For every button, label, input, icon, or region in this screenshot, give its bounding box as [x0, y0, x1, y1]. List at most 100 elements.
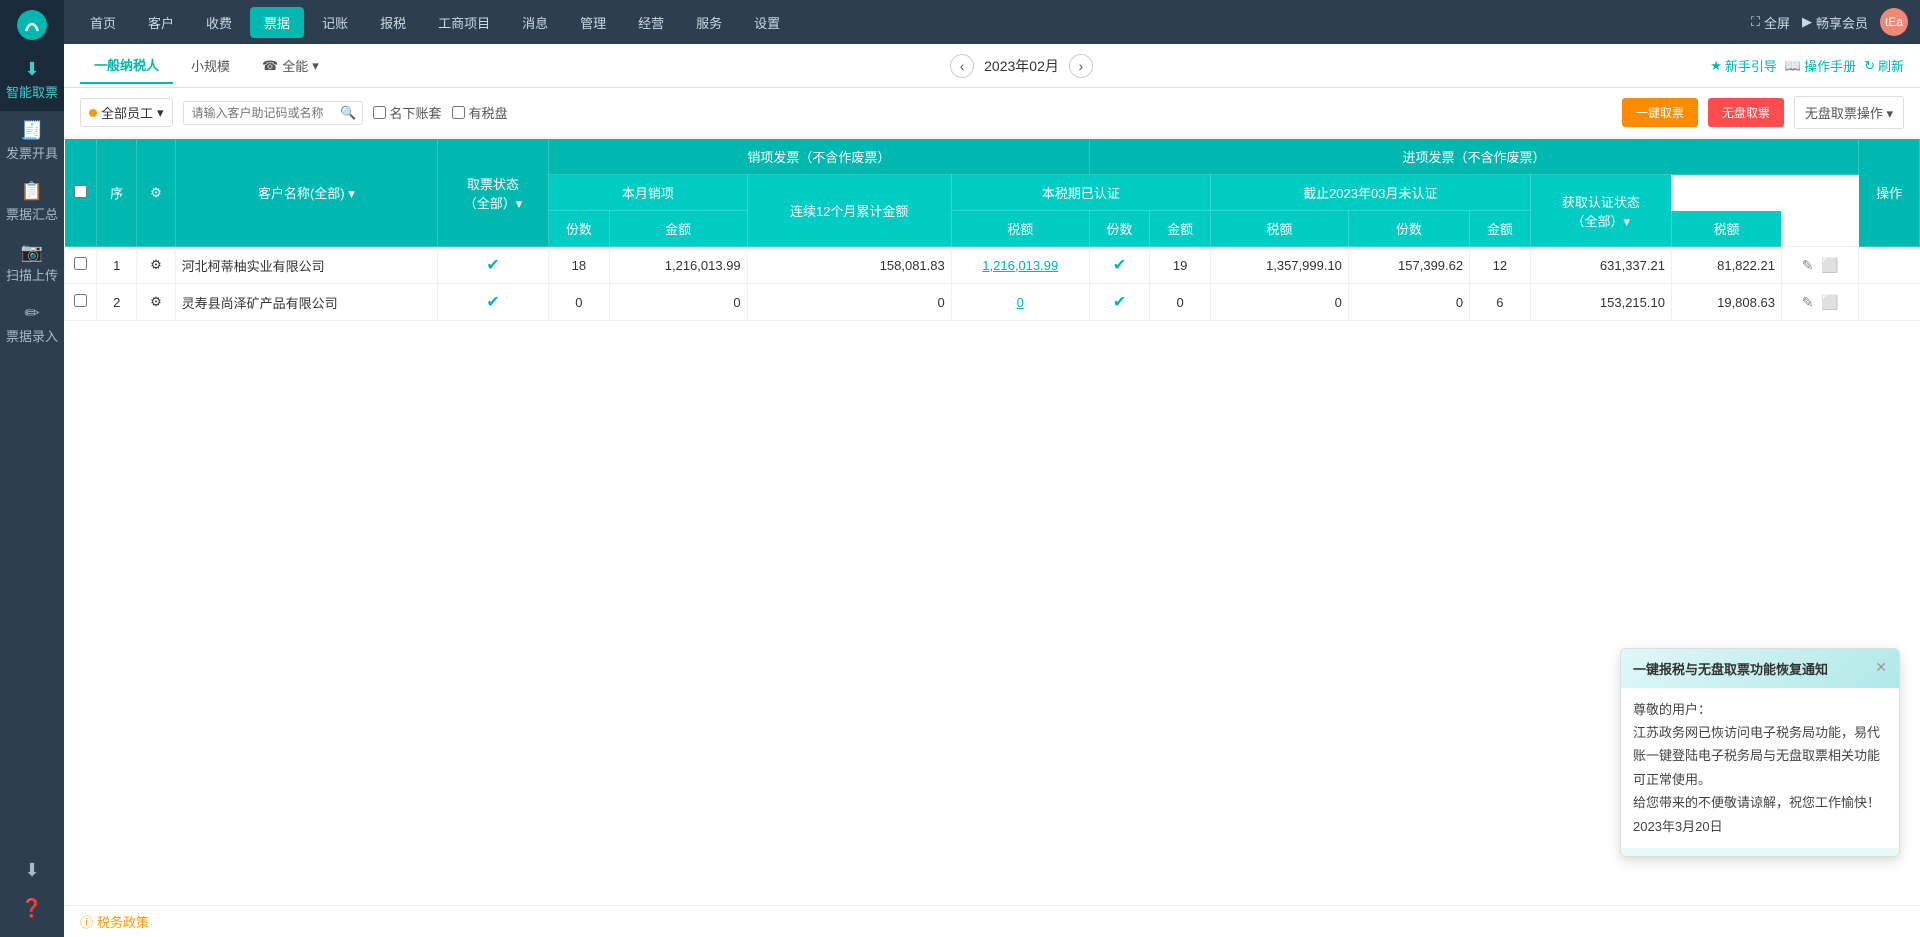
- edit-btn[interactable]: ✎: [1802, 257, 1814, 273]
- notification-header: 一键报税与无盘取票功能恢复通知 ✕: [1621, 649, 1899, 688]
- row-checkbox[interactable]: [65, 284, 97, 321]
- no-disk-btn[interactable]: 无盘取票: [1708, 98, 1784, 127]
- col-subgroup-current-month: 本月销项: [549, 175, 748, 211]
- sidebar-item-label: 票据录入: [6, 326, 58, 345]
- sidebar-item-help[interactable]: ❓: [0, 889, 64, 927]
- row-purchase-qty: 19: [1150, 247, 1211, 284]
- row-cumulative: 0: [951, 284, 1089, 321]
- notification-scroll[interactable]: 尊敬的用户： 江苏政务网已恢访问电子税务局功能，易代账一键登陆电子税务局与无盘取…: [1633, 698, 1887, 838]
- nav-manage[interactable]: 管理: [566, 7, 620, 38]
- notification-footer: [1621, 848, 1899, 856]
- sidebar-logo: [0, 0, 64, 50]
- notification-apology: 给您带来的不便敬请谅解，祝您工作愉快！: [1633, 791, 1887, 814]
- sidebar-item-invoice-open[interactable]: 🧾 发票开具: [0, 111, 64, 172]
- tab-small-scale[interactable]: 小规模: [177, 48, 244, 83]
- row-purchase-qty: 0: [1150, 284, 1211, 321]
- nav-business[interactable]: 工商项目: [424, 7, 504, 38]
- sidebar-item-label: 票据汇总: [6, 204, 58, 223]
- col-group-sales: 销项发票（不含作废票）: [549, 139, 1090, 175]
- tab-all[interactable]: ☎ 全能 ▾: [248, 48, 333, 83]
- row-settings[interactable]: ⚙: [137, 247, 175, 284]
- checkbox-tax-input[interactable]: [452, 106, 465, 119]
- nav-tax[interactable]: 报税: [366, 7, 420, 38]
- col-cert-status: 获取认证状态（全部）▾: [1530, 175, 1671, 247]
- checkbox-tax[interactable]: 有税盘: [452, 103, 508, 122]
- search-icon[interactable]: 🔍: [340, 105, 356, 121]
- member-label: 畅享会员: [1816, 13, 1868, 32]
- col-customer: 客户名称(全部) ▾: [175, 139, 437, 247]
- search-input[interactable]: [183, 101, 363, 125]
- row-sales-amount: 1,216,013.99: [609, 247, 747, 284]
- table-row: 2 ⚙ 灵寿县尚泽矿产品有限公司 ✔ 0 0 0 0 ✔ 0 0 0 6 153…: [65, 284, 1920, 321]
- view-btn[interactable]: ⬜: [1821, 294, 1838, 310]
- sidebar-item-label: 扫描上传: [6, 265, 58, 284]
- bottom-bar: ⓘ 税务政策: [64, 905, 1920, 937]
- nav-operation[interactable]: 经营: [624, 7, 678, 38]
- row-sales-qty: 0: [549, 284, 610, 321]
- row-cert-status: ✔: [1089, 284, 1150, 321]
- sidebar-item-label: 发票开具: [6, 143, 58, 162]
- row-cumulative: 1,216,013.99: [951, 247, 1089, 284]
- nav-billing[interactable]: 收费: [192, 7, 246, 38]
- row-fetch-status: ✔: [438, 284, 549, 321]
- month-label: 2023年02月: [984, 56, 1059, 76]
- edit-btn[interactable]: ✎: [1802, 294, 1814, 310]
- prev-month-btn[interactable]: ‹: [950, 54, 974, 78]
- nav-service[interactable]: 服务: [682, 7, 736, 38]
- view-btn[interactable]: ⬜: [1821, 257, 1838, 273]
- notification-close-btn[interactable]: ✕: [1875, 659, 1887, 676]
- checkbox-account-input[interactable]: [373, 106, 386, 119]
- month-nav: ‹ 2023年02月 ›: [950, 54, 1093, 78]
- sidebar-item-scan-upload[interactable]: 📷 扫描上传: [0, 233, 64, 294]
- invoice-open-icon: 🧾: [21, 121, 43, 139]
- col-checkbox: [65, 139, 97, 247]
- checkbox-account[interactable]: 名下账套: [373, 103, 442, 122]
- select-all-checkbox[interactable]: [74, 185, 87, 198]
- nav-bookkeeping[interactable]: 记账: [308, 7, 362, 38]
- next-month-btn[interactable]: ›: [1069, 54, 1093, 78]
- tax-policy-link[interactable]: ⓘ 税务政策: [80, 912, 149, 931]
- nav-settings[interactable]: 设置: [740, 7, 794, 38]
- col-settings: ⚙: [137, 139, 175, 247]
- manual-btn[interactable]: 📖 操作手册: [1785, 56, 1856, 75]
- invoice-entry-icon: ✏: [24, 304, 39, 322]
- row-purchase-tax: 157,399.62: [1348, 247, 1469, 284]
- row-sales-qty: 18: [549, 247, 610, 284]
- fullscreen-icon: ⛶: [1751, 14, 1760, 30]
- refresh-btn[interactable]: ↻ 刷新: [1864, 56, 1904, 75]
- row-purchase-amount: 1,357,999.10: [1210, 247, 1348, 284]
- row-settings[interactable]: ⚙: [137, 284, 175, 321]
- refresh-icon: ↻: [1864, 58, 1875, 74]
- scan-upload-icon: 📷: [21, 243, 43, 261]
- row-checkbox[interactable]: [65, 247, 97, 284]
- help-icon: ❓: [21, 899, 43, 917]
- sidebar-item-invoice-summary[interactable]: 📋 票据汇总: [0, 172, 64, 233]
- no-disk-ops-btn[interactable]: 无盘取票操作 ▾: [1794, 96, 1904, 129]
- col-fetch-status: 取票状态（全部）▾: [438, 139, 549, 247]
- nav-invoice[interactable]: 票据: [250, 7, 304, 38]
- row-uncert-amount: 153,215.10: [1530, 284, 1671, 321]
- nav-home[interactable]: 首页: [76, 7, 130, 38]
- nav-customer[interactable]: 客户: [134, 7, 188, 38]
- download-icon: ⬇: [24, 861, 39, 879]
- col-subgroup-until-uncert: 截止2023年03月未认证: [1210, 175, 1530, 211]
- new-guide-btn[interactable]: ★ 新手引导: [1710, 56, 1777, 75]
- notification-popup: 一键报税与无盘取票功能恢复通知 ✕ 尊敬的用户： 江苏政务网已恢访问电子税务局功…: [1620, 648, 1900, 857]
- sidebar-item-smart-fetch[interactable]: ⬇ 智能取票: [0, 50, 64, 111]
- sidebar-item-invoice-entry[interactable]: ✏ 票据录入: [0, 294, 64, 355]
- notification-body: 尊敬的用户： 江苏政务网已恢访问电子税务局功能，易代账一键登陆电子税务局与无盘取…: [1621, 688, 1899, 848]
- row-uncert-amount: 631,337.21: [1530, 247, 1671, 284]
- fetch-all-btn[interactable]: 一键取票: [1622, 98, 1698, 127]
- row-uncert-tax: 81,822.21: [1671, 247, 1781, 284]
- nav-message[interactable]: 消息: [508, 7, 562, 38]
- row-purchase-amount: 0: [1210, 284, 1348, 321]
- col-group-purchase: 进项发票（不含作废票）: [1089, 139, 1858, 175]
- row-uncert-tax: 19,808.63: [1671, 284, 1781, 321]
- fullscreen-btn[interactable]: ⛶ 全屏: [1751, 13, 1790, 32]
- member-btn[interactable]: ▶ 畅享会员: [1802, 13, 1868, 32]
- tab-bar: 一般纳税人 小规模 ☎ 全能 ▾ ‹ 2023年02月 › ★ 新手引导: [64, 44, 1920, 88]
- avatar[interactable]: tEa: [1880, 8, 1908, 36]
- sidebar-item-download[interactable]: ⬇: [0, 851, 64, 889]
- tab-general-taxpayer[interactable]: 一般纳税人: [80, 47, 173, 84]
- employee-select[interactable]: 全部员工 ▾: [80, 98, 173, 127]
